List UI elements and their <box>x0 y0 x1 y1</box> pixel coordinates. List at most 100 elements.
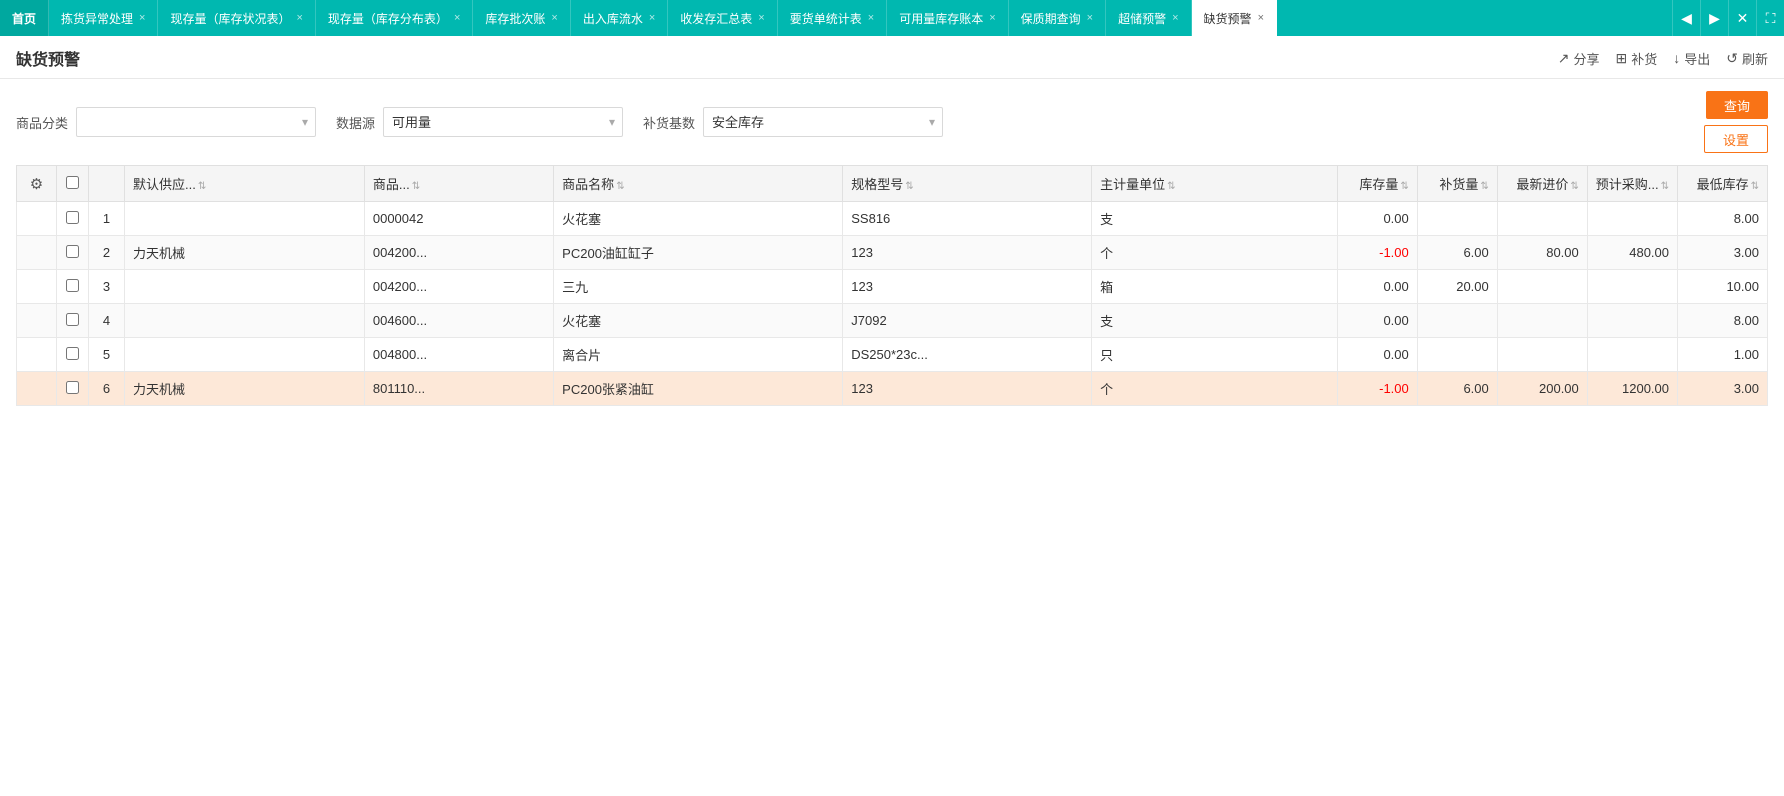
replenish-icon: ⊞ <box>1615 50 1627 67</box>
tab-inout[interactable]: 出入库流水 × <box>571 0 668 36</box>
col-num-header <box>89 166 125 202</box>
sort-name-icon[interactable]: ⇅ <box>616 181 624 192</box>
tab-shortage[interactable]: 缺货预警 × <box>1192 0 1277 36</box>
row-spec-cell: 123 <box>843 372 1092 406</box>
close-icon[interactable]: × <box>1172 12 1178 24</box>
row-name-cell: 三九 <box>554 270 843 304</box>
category-filter-group: 商品分类 <box>16 107 316 137</box>
close-icon[interactable]: × <box>551 12 557 24</box>
tab-expire[interactable]: 保质期查询 × <box>1009 0 1106 36</box>
row-plan-cell: 1200.00 <box>1587 372 1677 406</box>
row-checkbox[interactable] <box>66 381 79 394</box>
datasource-select[interactable]: 可用量 库存量 <box>383 107 623 137</box>
row-price-cell <box>1497 304 1587 338</box>
table-settings-icon[interactable]: ⚙ <box>30 176 43 193</box>
sort-supplier-icon[interactable]: ⇅ <box>198 181 206 192</box>
sort-price-icon[interactable]: ⇅ <box>1570 181 1578 192</box>
refresh-button[interactable]: ↺ 刷新 <box>1726 49 1768 68</box>
datasource-filter-group: 数据源 可用量 库存量 <box>336 107 623 137</box>
sort-repl-icon[interactable]: ⇅ <box>1480 181 1488 192</box>
close-icon[interactable]: × <box>296 12 302 24</box>
row-name-cell: 离合片 <box>554 338 843 372</box>
row-num-cell: 3 <box>89 270 125 304</box>
row-checkbox[interactable] <box>66 347 79 360</box>
tab-stock-status[interactable]: 现存量（库存状况表） × <box>158 0 315 36</box>
tab-overstock[interactable]: 超储预警 × <box>1106 0 1191 36</box>
row-minstock-cell: 3.00 <box>1678 372 1768 406</box>
sort-stock-icon[interactable]: ⇅ <box>1400 181 1408 192</box>
close-icon[interactable]: × <box>1087 12 1093 24</box>
row-repl-cell <box>1417 338 1497 372</box>
row-spec-cell: DS250*23c... <box>843 338 1092 372</box>
shortage-table: ⚙ 默认供应...⇅ 商品...⇅ 商品名称⇅ <box>16 165 1768 406</box>
row-checkbox-cell <box>57 270 89 304</box>
row-checkbox[interactable] <box>66 211 79 224</box>
tab-prev-button[interactable]: ◀ <box>1672 0 1700 36</box>
tab-next-button[interactable]: ▶ <box>1700 0 1728 36</box>
row-code-cell: 004600... <box>364 304 553 338</box>
row-unit-cell: 箱 <box>1092 270 1338 304</box>
row-unit-cell: 个 <box>1092 372 1338 406</box>
tab-demand[interactable]: 要货单统计表 × <box>778 0 887 36</box>
row-setting-cell <box>17 202 57 236</box>
sort-code-icon[interactable]: ⇅ <box>412 181 420 192</box>
close-icon[interactable]: × <box>758 12 764 24</box>
row-spec-cell: J7092 <box>843 304 1092 338</box>
row-supplier-cell <box>125 304 365 338</box>
tab-recv[interactable]: 收发存汇总表 × <box>668 0 777 36</box>
close-icon[interactable]: × <box>139 12 145 24</box>
row-checkbox[interactable] <box>66 279 79 292</box>
row-checkbox[interactable] <box>66 245 79 258</box>
row-code-cell: 004800... <box>364 338 553 372</box>
row-setting-cell <box>17 338 57 372</box>
close-icon[interactable]: × <box>649 12 655 24</box>
query-button[interactable]: 查询 <box>1706 91 1768 119</box>
row-checkbox[interactable] <box>66 313 79 326</box>
row-code-cell: 0000042 <box>364 202 553 236</box>
tab-batch[interactable]: 库存批次账 × <box>473 0 570 36</box>
row-plan-cell: 480.00 <box>1587 236 1677 270</box>
row-unit-cell: 支 <box>1092 304 1338 338</box>
export-button[interactable]: ↓ 导出 <box>1673 49 1710 68</box>
tab-home[interactable]: 首页 <box>0 0 49 36</box>
row-stock-cell: -1.00 <box>1337 236 1417 270</box>
close-icon[interactable]: × <box>989 12 995 24</box>
col-setting-header: ⚙ <box>17 166 57 202</box>
category-select[interactable] <box>76 107 316 137</box>
sort-plan-icon[interactable]: ⇅ <box>1661 181 1669 192</box>
col-price-header: 最新进价⇅ <box>1497 166 1587 202</box>
share-button[interactable]: ↗ 分享 <box>1558 49 1600 68</box>
close-icon[interactable]: × <box>1258 12 1264 24</box>
row-supplier-cell: 力天机械 <box>125 372 365 406</box>
select-all-checkbox[interactable] <box>66 176 79 189</box>
sort-minstock-icon[interactable]: ⇅ <box>1751 181 1759 192</box>
table-row: 5 004800... 离合片 DS250*23c... 只 0.00 1.00 <box>17 338 1768 372</box>
close-icon[interactable]: × <box>868 12 874 24</box>
setting-button[interactable]: 设置 <box>1704 125 1768 153</box>
row-checkbox-cell <box>57 338 89 372</box>
sort-unit-icon[interactable]: ⇅ <box>1167 181 1175 192</box>
tab-stock-dist[interactable]: 现存量（库存分布表） × <box>316 0 473 36</box>
header-actions: ↗ 分享 ⊞ 补货 ↓ 导出 ↺ 刷新 <box>1558 49 1768 68</box>
main-content: 缺货预警 ↗ 分享 ⊞ 补货 ↓ 导出 ↺ 刷新 商品分类 <box>0 36 1784 796</box>
row-num-cell: 5 <box>89 338 125 372</box>
tab-close-button[interactable]: ✕ <box>1728 0 1756 36</box>
row-repl-cell: 6.00 <box>1417 372 1497 406</box>
table-row: 4 004600... 火花塞 J7092 支 0.00 8.00 <box>17 304 1768 338</box>
table-body: 1 0000042 火花塞 SS816 支 0.00 8.00 2 力天机械 0… <box>17 202 1768 406</box>
export-icon: ↓ <box>1673 50 1680 66</box>
refresh-icon: ↺ <box>1726 50 1738 67</box>
tab-avail[interactable]: 可用量库存账本 × <box>887 0 1008 36</box>
close-icon[interactable]: × <box>454 12 460 24</box>
category-select-wrapper <box>76 107 316 137</box>
row-plan-cell <box>1587 270 1677 304</box>
tab-exception[interactable]: 拣货异常处理 × <box>49 0 158 36</box>
sort-spec-icon[interactable]: ⇅ <box>905 181 913 192</box>
table-row: 6 力天机械 801110... PC200张紧油缸 123 个 -1.00 6… <box>17 372 1768 406</box>
row-plan-cell <box>1587 304 1677 338</box>
row-supplier-cell: 力天机械 <box>125 236 365 270</box>
tab-expand-button[interactable]: ⛶ <box>1756 0 1784 36</box>
replenish-base-select[interactable]: 安全库存 最低库存 <box>703 107 943 137</box>
row-stock-cell: -1.00 <box>1337 372 1417 406</box>
replenish-button[interactable]: ⊞ 补货 <box>1615 49 1657 68</box>
